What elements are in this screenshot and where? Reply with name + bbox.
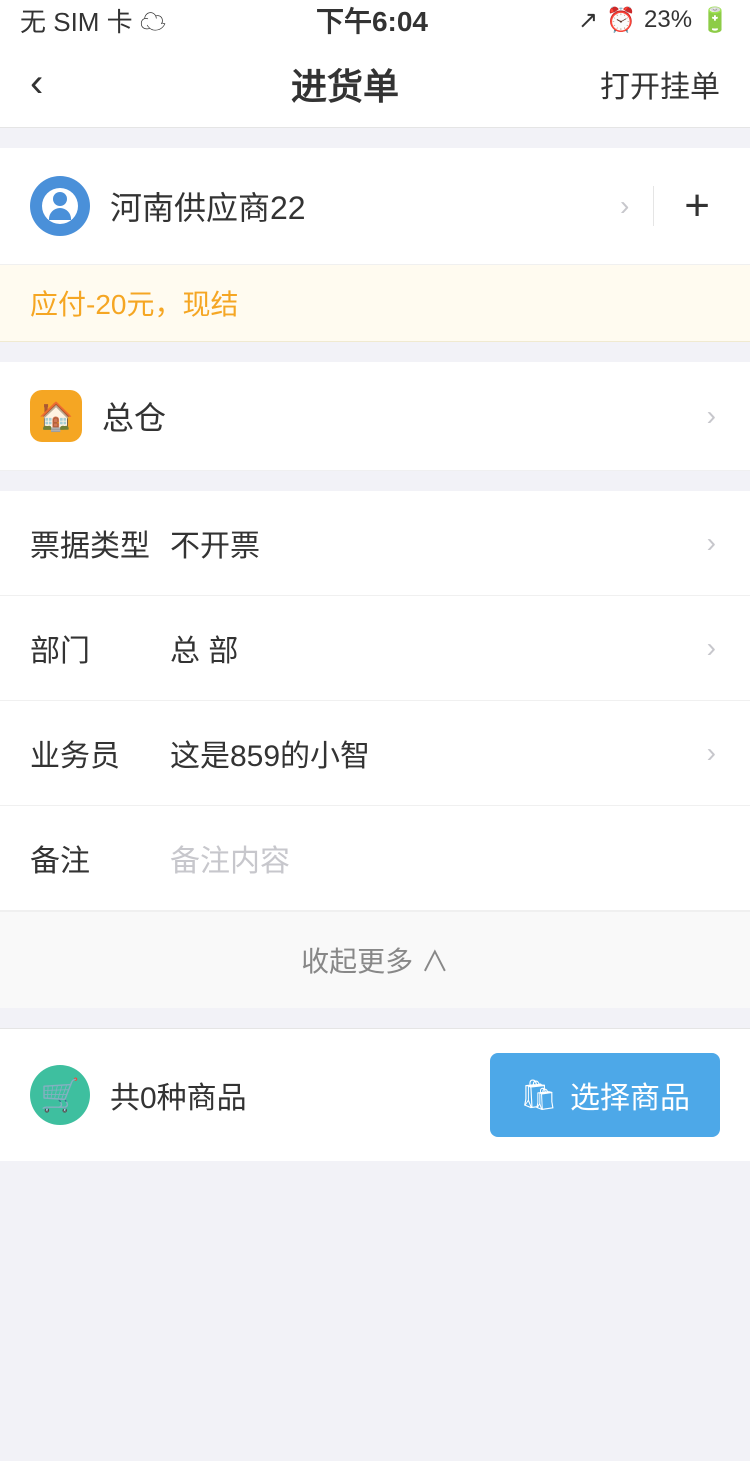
alarm-icon: ⏰ (606, 6, 636, 35)
remark-row[interactable]: 备注 备注内容 (0, 806, 750, 911)
supplier-chevron-icon: › (620, 190, 629, 222)
vertical-divider (653, 186, 654, 226)
select-product-button[interactable]: 🛍 选择商品 (490, 1053, 720, 1137)
battery-text: 23% (644, 6, 692, 34)
nav-bar: ‹ 进货单 打开挂单 (0, 40, 750, 128)
invoice-chevron-icon: › (707, 527, 716, 559)
warehouse-row[interactable]: 🏠 总仓 › (0, 362, 750, 471)
dept-row[interactable]: 部门 总 部 › (0, 596, 750, 701)
status-left: 无 SIM 卡 ☁ (20, 2, 166, 39)
form-card: 票据类型 不开票 › 部门 总 部 › 业务员 这是859的小智 › 备注 备注… (0, 491, 750, 1008)
bottom-bar: 🛒 共0种商品 🛍 选择商品 (0, 1028, 750, 1161)
supplier-avatar (30, 176, 90, 236)
page-title: 进货单 (291, 58, 399, 110)
section-divider-1 (0, 128, 750, 148)
product-icon-circle: 🛒 (30, 1065, 90, 1125)
house-icon: 🏠 (39, 400, 74, 433)
battery-icon: 🔋 (700, 6, 730, 35)
sim-text: 无 SIM 卡 ☁ (20, 2, 166, 39)
warehouse-card: 🏠 总仓 › (0, 362, 750, 471)
location-icon: ↗ (578, 6, 598, 35)
dept-label: 部门 (30, 626, 170, 670)
dept-chevron-icon: › (707, 632, 716, 664)
collapse-row[interactable]: 收起更多 ∧ (0, 911, 750, 1008)
section-divider-2 (0, 342, 750, 362)
status-right: ↗ ⏰ 23% 🔋 (578, 6, 730, 35)
salesman-label: 业务员 (30, 731, 170, 775)
notice-text: 应付-20元，现结 (30, 289, 238, 320)
invoice-row[interactable]: 票据类型 不开票 › (0, 491, 750, 596)
remark-label: 备注 (30, 836, 170, 880)
page-background (0, 1161, 750, 1461)
back-button[interactable]: ‹ (30, 61, 90, 106)
salesman-chevron-icon: › (707, 737, 716, 769)
supplier-card: 河南供应商22 › + 应付-20元，现结 (0, 148, 750, 342)
status-time: 下午6:04 (316, 0, 428, 40)
salesman-row[interactable]: 业务员 这是859的小智 › (0, 701, 750, 806)
open-pending-button[interactable]: 打开挂单 (600, 62, 720, 106)
product-count-area: 🛒 共0种商品 (30, 1065, 247, 1125)
add-supplier-button[interactable]: + (674, 181, 720, 231)
warehouse-name: 总仓 (102, 393, 707, 439)
select-product-label: 选择商品 (570, 1073, 690, 1117)
user-avatar-icon (42, 188, 78, 224)
dept-value: 总 部 (170, 626, 707, 670)
section-divider-3 (0, 471, 750, 491)
supplier-row[interactable]: 河南供应商22 › + (0, 148, 750, 265)
cart-icon: 🛒 (40, 1076, 80, 1114)
warehouse-chevron-icon: › (707, 400, 716, 432)
status-bar: 无 SIM 卡 ☁ 下午6:04 ↗ ⏰ 23% 🔋 (0, 0, 750, 40)
salesman-value: 这是859的小智 (170, 731, 707, 775)
collapse-label: 收起更多 ∧ (301, 940, 449, 980)
remark-input[interactable]: 备注内容 (170, 836, 720, 880)
warehouse-icon: 🏠 (30, 390, 82, 442)
select-product-icon: 🛍 (520, 1078, 558, 1113)
supplier-name: 河南供应商22 (110, 183, 620, 229)
product-count-label: 共0种商品 (110, 1073, 247, 1117)
invoice-value: 不开票 (170, 521, 707, 565)
notice-bar: 应付-20元，现结 (0, 265, 750, 342)
invoice-label: 票据类型 (30, 521, 170, 565)
